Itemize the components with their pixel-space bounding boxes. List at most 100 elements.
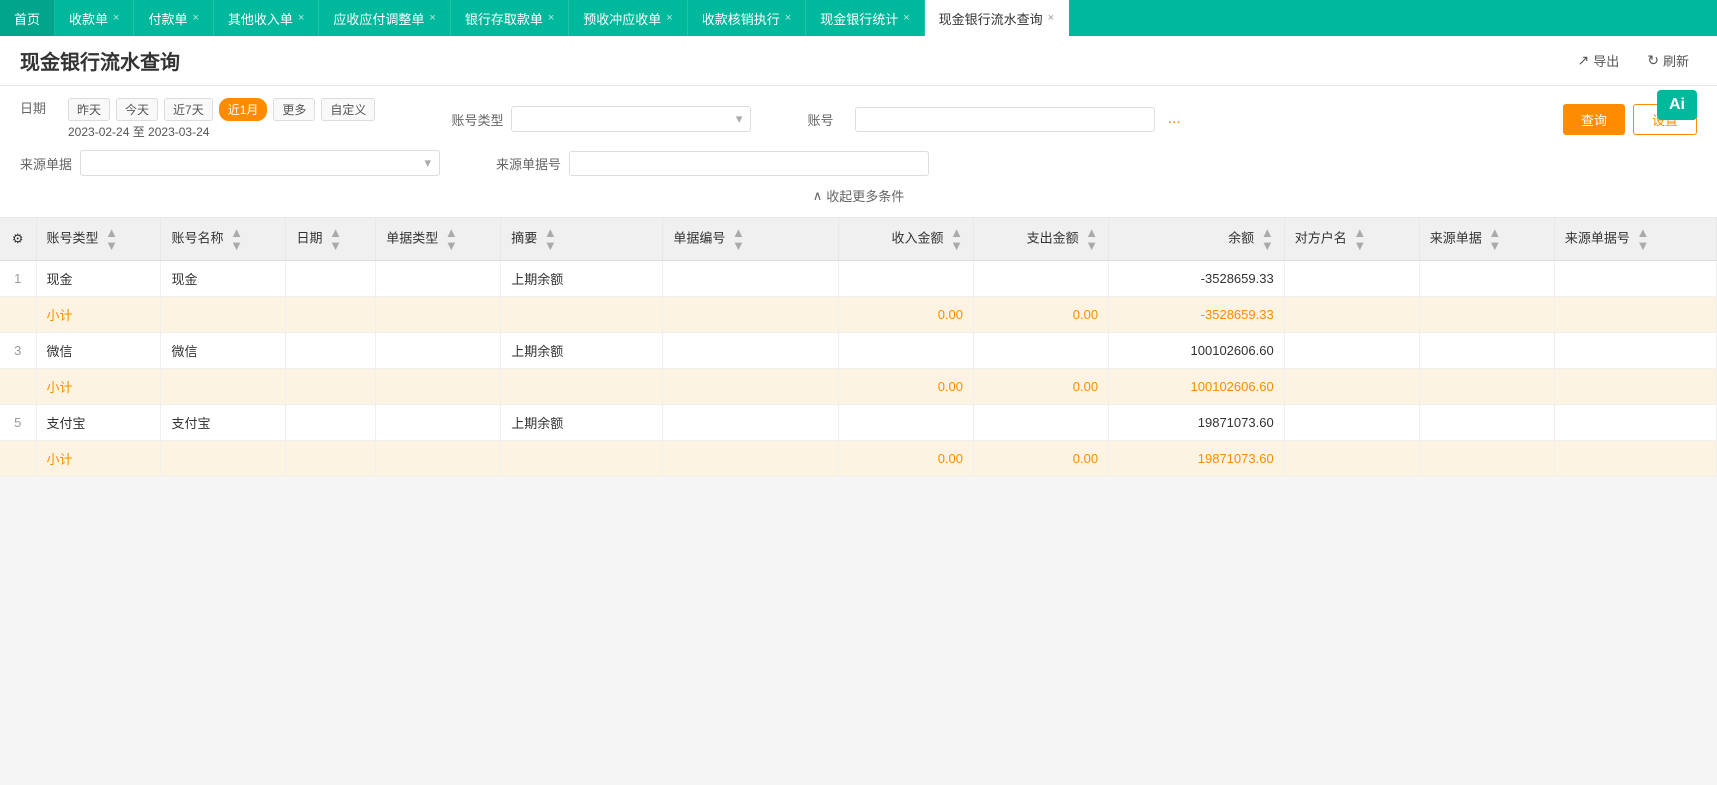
- row-expense: [974, 405, 1109, 441]
- ai-badge[interactable]: Ai: [1657, 90, 1697, 120]
- nav-label-7: 收款核销执行: [702, 9, 780, 28]
- row-counterparty: [1284, 297, 1419, 333]
- header-actions: ↗ 导出 ↻ 刷新: [1570, 47, 1698, 74]
- col-expense-label: 支出金额: [1027, 230, 1079, 245]
- nav-label-4: 应收应付调整单: [333, 9, 424, 28]
- row-source-doc: [1419, 297, 1554, 333]
- nav-close-6[interactable]: ×: [666, 12, 672, 24]
- nav-home[interactable]: 首页: [0, 0, 55, 36]
- nav-item-5[interactable]: 银行存取款单 ×: [451, 0, 569, 36]
- nav-item-3[interactable]: 其他收入单 ×: [214, 0, 319, 36]
- col-expense[interactable]: 支出金额 ▲▼: [974, 218, 1109, 261]
- col-source-doc-label: 来源单据: [1430, 230, 1482, 245]
- date-btn-yesterday[interactable]: 昨天: [68, 98, 110, 121]
- col-counterparty[interactable]: 对方户名 ▲▼: [1284, 218, 1419, 261]
- account-type-select[interactable]: ▾: [511, 106, 751, 132]
- col-summary[interactable]: 摘要 ▲▼: [501, 218, 663, 261]
- table-row[interactable]: 1现金现金上期余额-3528659.33: [0, 261, 1717, 297]
- col-settings[interactable]: ⚙: [0, 218, 36, 261]
- row-income: [838, 261, 973, 297]
- page-title: 现金银行流水查询: [20, 46, 180, 75]
- filter-row-1: 日期 昨天 今天 近7天 近1月 更多 自定义 2023-02-24 至 202…: [20, 98, 1697, 140]
- nav-item-7[interactable]: 收款核销执行 ×: [688, 0, 806, 36]
- row-source-doc-number: [1554, 261, 1716, 297]
- nav-close-9[interactable]: ×: [1048, 12, 1054, 24]
- row-account-name: 微信: [161, 333, 286, 369]
- row-date: [286, 333, 376, 369]
- nav-item-4[interactable]: 应收应付调整单 ×: [319, 0, 450, 36]
- nav-close-5[interactable]: ×: [548, 12, 554, 24]
- date-btn-7days[interactable]: 近7天: [164, 98, 213, 121]
- table-body: 1现金现金上期余额-3528659.33小计0.000.00-3528659.3…: [0, 261, 1717, 477]
- row-account-type: 小计: [36, 441, 161, 477]
- nav-close-8[interactable]: ×: [903, 12, 909, 24]
- nav-close-3[interactable]: ×: [298, 12, 304, 24]
- row-source-doc-number: [1554, 405, 1716, 441]
- nav-item-1[interactable]: 收款单 ×: [55, 0, 134, 36]
- sort-expense-icon: ▲▼: [1085, 226, 1098, 252]
- col-account-type[interactable]: 账号类型 ▲▼: [36, 218, 161, 261]
- source-doc-filter: 来源单据 ▾: [20, 150, 440, 176]
- nav-close-1[interactable]: ×: [113, 12, 119, 24]
- col-doc-number[interactable]: 单据编号 ▲▼: [663, 218, 839, 261]
- nav-item-2[interactable]: 付款单 ×: [134, 0, 213, 36]
- col-source-doc-number[interactable]: 来源单据号 ▲▼: [1554, 218, 1716, 261]
- nav-item-6[interactable]: 预收冲应收单 ×: [569, 0, 687, 36]
- col-doc-type-label: 单据类型: [386, 230, 438, 245]
- table-row[interactable]: 小计0.000.00100102606.60: [0, 369, 1717, 405]
- nav-label-1: 收款单: [69, 9, 108, 28]
- col-doc-type[interactable]: 单据类型 ▲▼: [376, 218, 501, 261]
- query-button[interactable]: 查询: [1563, 104, 1625, 135]
- date-btn-today[interactable]: 今天: [116, 98, 158, 121]
- source-doc-number-input[interactable]: [569, 151, 929, 176]
- source-doc-select[interactable]: ▾: [80, 150, 440, 176]
- col-date[interactable]: 日期 ▲▼: [286, 218, 376, 261]
- export-button[interactable]: ↗ 导出: [1570, 47, 1628, 74]
- col-date-label: 日期: [296, 230, 322, 245]
- row-date: [286, 261, 376, 297]
- nav-close-2[interactable]: ×: [192, 12, 198, 24]
- account-input[interactable]: [855, 107, 1155, 132]
- row-account-name: 支付宝: [161, 405, 286, 441]
- row-index: [0, 297, 36, 333]
- row-income: [838, 333, 973, 369]
- date-btn-custom[interactable]: 自定义: [321, 98, 375, 121]
- table-row[interactable]: 5支付宝支付宝上期余额19871073.60: [0, 405, 1717, 441]
- date-btn-more[interactable]: 更多: [273, 98, 315, 121]
- col-source-doc[interactable]: 来源单据 ▲▼: [1419, 218, 1554, 261]
- row-summary: 上期余额: [501, 405, 663, 441]
- nav-item-9[interactable]: 现金银行流水查询 ×: [925, 0, 1069, 36]
- row-source-doc: [1419, 405, 1554, 441]
- nav-home-label: 首页: [14, 9, 40, 28]
- table-row[interactable]: 3微信微信上期余额100102606.60: [0, 333, 1717, 369]
- row-counterparty: [1284, 369, 1419, 405]
- table-row[interactable]: 小计0.000.0019871073.60: [0, 441, 1717, 477]
- row-source-doc: [1419, 441, 1554, 477]
- collapse-bar[interactable]: ∧ 收起更多条件: [20, 186, 1697, 205]
- col-income[interactable]: 收入金额 ▲▼: [838, 218, 973, 261]
- date-btn-1month[interactable]: 近1月: [219, 98, 268, 121]
- row-expense: [974, 261, 1109, 297]
- col-balance[interactable]: 余额 ▲▼: [1109, 218, 1285, 261]
- row-doc-number: [663, 261, 839, 297]
- row-index: [0, 441, 36, 477]
- col-account-name[interactable]: 账号名称 ▲▼: [161, 218, 286, 261]
- nav-close-7[interactable]: ×: [785, 12, 791, 24]
- table-row[interactable]: 小计0.000.00-3528659.33: [0, 297, 1717, 333]
- row-account-name: [161, 369, 286, 405]
- row-date: [286, 405, 376, 441]
- row-income: 0.00: [838, 441, 973, 477]
- row-balance: 100102606.60: [1109, 369, 1285, 405]
- refresh-button[interactable]: ↻ 刷新: [1639, 47, 1697, 74]
- account-dots-button[interactable]: ...: [1163, 110, 1184, 128]
- row-balance: 19871073.60: [1109, 405, 1285, 441]
- sort-counterparty-icon: ▲▼: [1353, 226, 1366, 252]
- row-source-doc: [1419, 369, 1554, 405]
- nav-item-8[interactable]: 现金银行统计 ×: [806, 0, 924, 36]
- row-index: [0, 369, 36, 405]
- nav-close-4[interactable]: ×: [429, 12, 435, 24]
- row-doc-type: [376, 261, 501, 297]
- row-account-type: 小计: [36, 297, 161, 333]
- row-index: 3: [0, 333, 36, 369]
- filter-area: 日期 昨天 今天 近7天 近1月 更多 自定义 2023-02-24 至 202…: [0, 86, 1717, 218]
